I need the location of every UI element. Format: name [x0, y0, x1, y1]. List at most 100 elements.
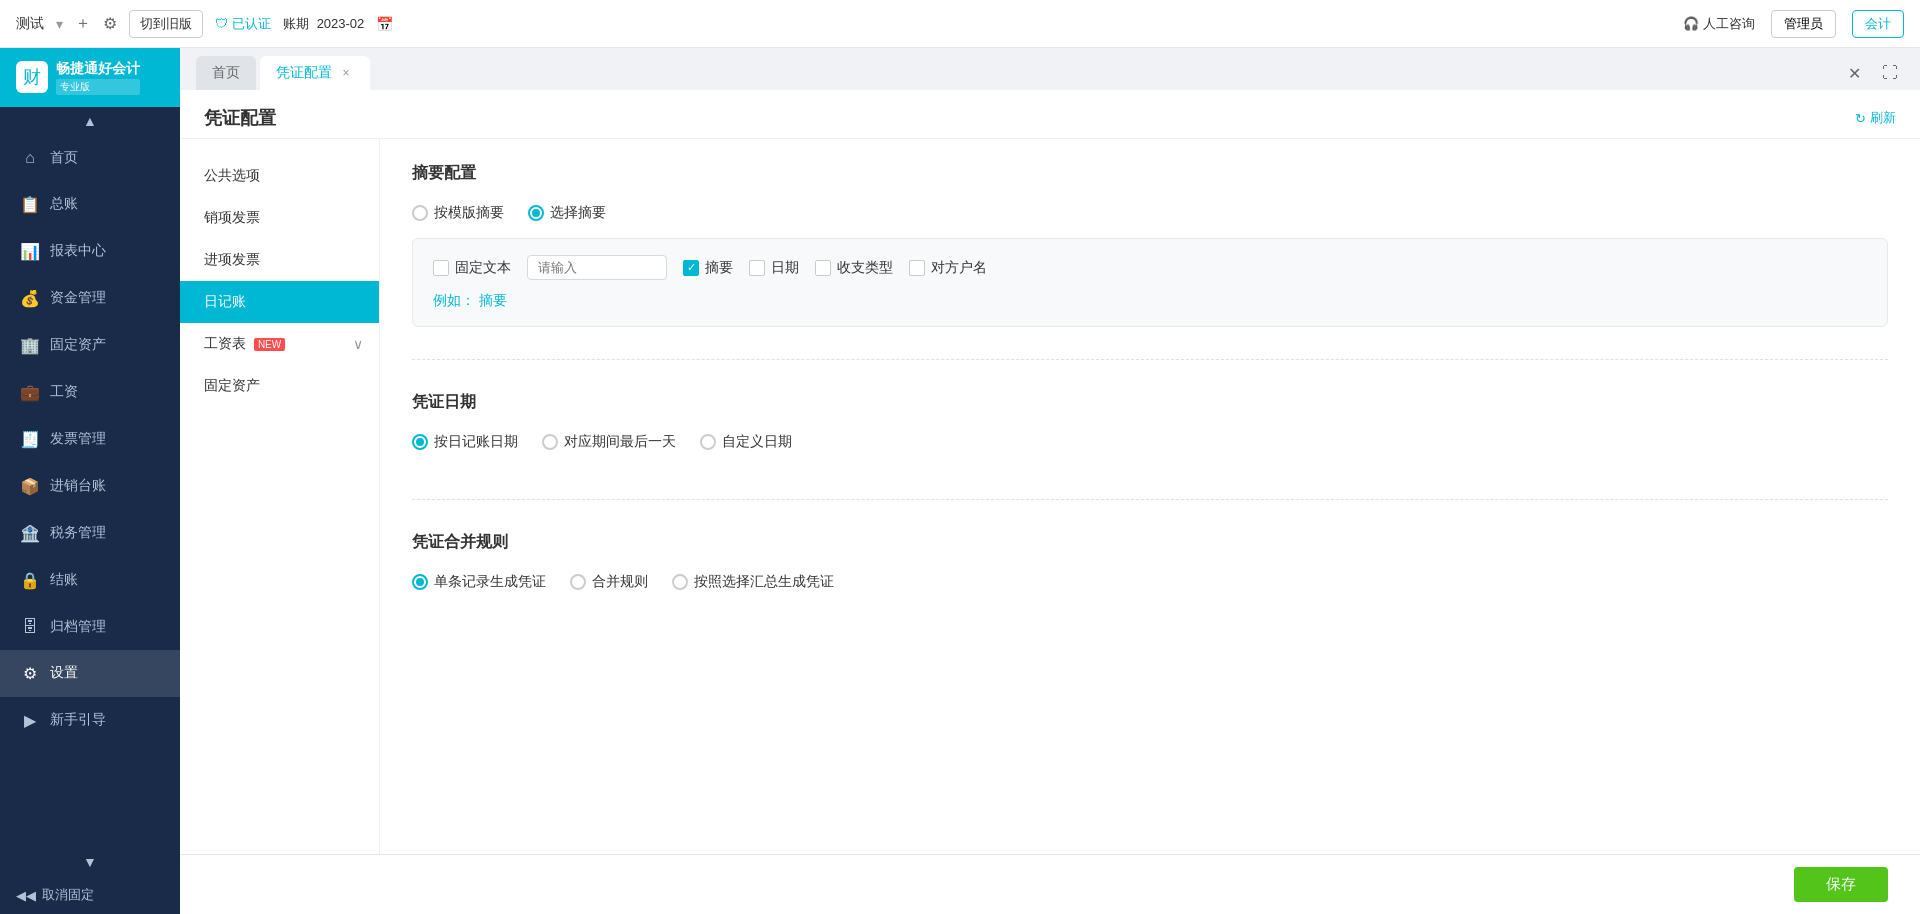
tab-home[interactable]: 首页: [196, 56, 256, 90]
sidebar-label-archive: 归档管理: [50, 618, 106, 636]
sidebar-item-ledger[interactable]: 📋 总账: [0, 181, 180, 228]
bottom-bar: 保存: [180, 854, 1920, 914]
headset-icon: 🎧: [1683, 16, 1699, 31]
page-content: 凭证配置 ↻ 刷新 公共选项 销项发票 进项发票 日记账 工资表 NEW: [180, 90, 1920, 914]
settings-nav-icon: ⚙: [20, 664, 40, 683]
invoice-icon: 🧾: [20, 430, 40, 449]
right-content: 摘要配置 按模版摘要 选择摘要: [380, 139, 1920, 854]
fixed-text-input[interactable]: [527, 255, 667, 280]
sidebar-item-guide[interactable]: ▶ 新手引导: [0, 697, 180, 744]
calendar-icon[interactable]: 📅: [376, 16, 393, 32]
left-nav-purchase-invoice[interactable]: 进项发票: [180, 239, 379, 281]
sidebar-item-report[interactable]: 📊 报表中心: [0, 228, 180, 275]
sidebar-item-salary[interactable]: 💼 工资: [0, 369, 180, 416]
left-nav-sales-invoice[interactable]: 销项发票: [180, 197, 379, 239]
radio-select-summary[interactable]: 选择摘要: [528, 204, 606, 222]
main-layout: 财 畅捷通好会计 专业版 ▲ ⌂ 首页 📋 总账 📊 报表中心 💰 资金管理: [0, 48, 1920, 914]
left-nav-fixed-assets[interactable]: 固定资产: [180, 365, 379, 407]
save-button[interactable]: 保存: [1794, 867, 1888, 902]
date-section: 凭证日期 按日记账日期 对应期间最后一天: [412, 392, 1888, 500]
summary-label: 摘要: [705, 259, 733, 277]
sidebar-item-tax[interactable]: 🏦 税务管理: [0, 510, 180, 557]
sidebar-item-assets[interactable]: 🏢 固定资产: [0, 322, 180, 369]
settings-icon[interactable]: ⚙: [103, 14, 117, 33]
radio-journal-date[interactable]: 按日记账日期: [412, 433, 518, 451]
sidebar-nav: ⌂ 首页 📋 总账 📊 报表中心 💰 资金管理 🏢 固定资产 💼 工资: [0, 135, 180, 848]
closing-icon: 🔒: [20, 571, 40, 590]
workspace-dropdown-icon[interactable]: ▾: [56, 16, 63, 32]
sidebar-label-assets: 固定资产: [50, 336, 106, 354]
tab-voucher-config[interactable]: 凭证配置 ×: [260, 56, 370, 90]
sidebar-scroll-up[interactable]: ▲: [0, 107, 180, 135]
income-type-checkbox: [815, 260, 831, 276]
sidebar-item-home[interactable]: ⌂ 首页: [0, 135, 180, 181]
radio-period-last[interactable]: 对应期间最后一天: [542, 433, 676, 451]
radio-select-summary[interactable]: 按照选择汇总生成凭证: [672, 573, 834, 591]
summary-radio-group: 按模版摘要 选择摘要: [412, 204, 1888, 222]
salary-icon: 💼: [20, 383, 40, 402]
top-header: 测试 ▾ ＋ ⚙ 切到旧版 🛡 已认证 账期 2023-02 📅 🎧 人工咨询 …: [0, 0, 1920, 48]
tab-actions: ✕ ⛶: [1840, 59, 1904, 87]
shield-icon: 🛡: [215, 16, 228, 31]
left-nav-public[interactable]: 公共选项: [180, 155, 379, 197]
income-type-label: 收支类型: [837, 259, 893, 277]
radio-template-summary[interactable]: 按模版摘要: [412, 204, 504, 222]
radio-select-circle: [528, 205, 544, 221]
radio-single[interactable]: 单条记录生成凭证: [412, 573, 546, 591]
merge-radio-group: 单条记录生成凭证 合并规则 按照选择汇总生成凭证: [412, 573, 1888, 591]
checkbox-counterpart[interactable]: 对方户名: [909, 259, 987, 277]
date-checkbox: [749, 260, 765, 276]
fixed-text-checkbox: [433, 260, 449, 276]
sidebar-label-invoice: 发票管理: [50, 430, 106, 448]
switch-version-button[interactable]: 切到旧版: [129, 10, 203, 38]
sidebar-scroll-down[interactable]: ▼: [0, 848, 180, 876]
sidebar-item-trade[interactable]: 📦 进销台账: [0, 463, 180, 510]
radio-select-summary-circle: [672, 574, 688, 590]
left-nav-payroll[interactable]: 工资表 NEW ∨: [180, 323, 379, 365]
sidebar: 财 畅捷通好会计 专业版 ▲ ⌂ 首页 📋 总账 📊 报表中心 💰 资金管理: [0, 48, 180, 914]
sidebar-item-invoice[interactable]: 🧾 发票管理: [0, 416, 180, 463]
fullscreen-action[interactable]: ⛶: [1876, 59, 1904, 87]
tab-home-label: 首页: [212, 64, 240, 82]
sidebar-label-tax: 税务管理: [50, 524, 106, 542]
tab-bar: 首页 凭证配置 × ✕ ⛶: [180, 48, 1920, 90]
left-nav-journal[interactable]: 日记账: [180, 281, 379, 323]
radio-merge-rule[interactable]: 合并规则: [570, 573, 648, 591]
archive-icon: 🗄: [20, 618, 40, 636]
admin-button[interactable]: 管理员: [1771, 10, 1836, 38]
sidebar-label-ledger: 总账: [50, 195, 78, 213]
pin-icon: ◀◀: [16, 888, 36, 903]
checkbox-fixed-text[interactable]: 固定文本: [433, 259, 511, 277]
checkbox-date[interactable]: 日期: [749, 259, 799, 277]
add-icon[interactable]: ＋: [75, 13, 91, 34]
sidebar-logo: 财 畅捷通好会计 专业版: [0, 48, 180, 107]
tab-voucher-config-close[interactable]: ×: [338, 65, 354, 81]
refresh-button[interactable]: ↻ 刷新: [1855, 109, 1896, 127]
merge-section: 凭证合并规则 单条记录生成凭证 合并规则: [412, 532, 1888, 639]
summary-checkbox: [683, 260, 699, 276]
sidebar-item-closing[interactable]: 🔒 结账: [0, 557, 180, 604]
date-label: 日期: [771, 259, 799, 277]
period-label: 账期 2023-02: [283, 15, 364, 33]
sidebar-item-archive[interactable]: 🗄 归档管理: [0, 604, 180, 650]
sidebar-label-settings: 设置: [50, 664, 78, 682]
sidebar-item-capital[interactable]: 💰 资金管理: [0, 275, 180, 322]
merge-section-title: 凭证合并规则: [412, 532, 1888, 553]
radio-custom-date[interactable]: 自定义日期: [700, 433, 792, 451]
accountant-button[interactable]: 会计: [1852, 10, 1904, 38]
summary-section-title: 摘要配置: [412, 163, 1888, 184]
workspace-name: 测试: [16, 15, 44, 33]
consult-button[interactable]: 🎧 人工咨询: [1683, 15, 1755, 33]
sidebar-label-capital: 资金管理: [50, 289, 106, 307]
date-section-title: 凭证日期: [412, 392, 1888, 413]
inner-layout: 公共选项 销项发票 进项发票 日记账 工资表 NEW ∨ 固定资产 摘要配置: [180, 139, 1920, 854]
radio-period-last-circle: [542, 434, 558, 450]
checkbox-summary[interactable]: 摘要: [683, 259, 733, 277]
radio-single-circle: [412, 574, 428, 590]
logo-icon: 财: [16, 61, 48, 93]
header-right: 🎧 人工咨询 管理员 会计: [1683, 10, 1904, 38]
cancel-fixed-button[interactable]: ◀◀ 取消固定: [0, 876, 180, 914]
close-tab-action[interactable]: ✕: [1840, 59, 1868, 87]
checkbox-income-type[interactable]: 收支类型: [815, 259, 893, 277]
sidebar-item-settings[interactable]: ⚙ 设置: [0, 650, 180, 697]
